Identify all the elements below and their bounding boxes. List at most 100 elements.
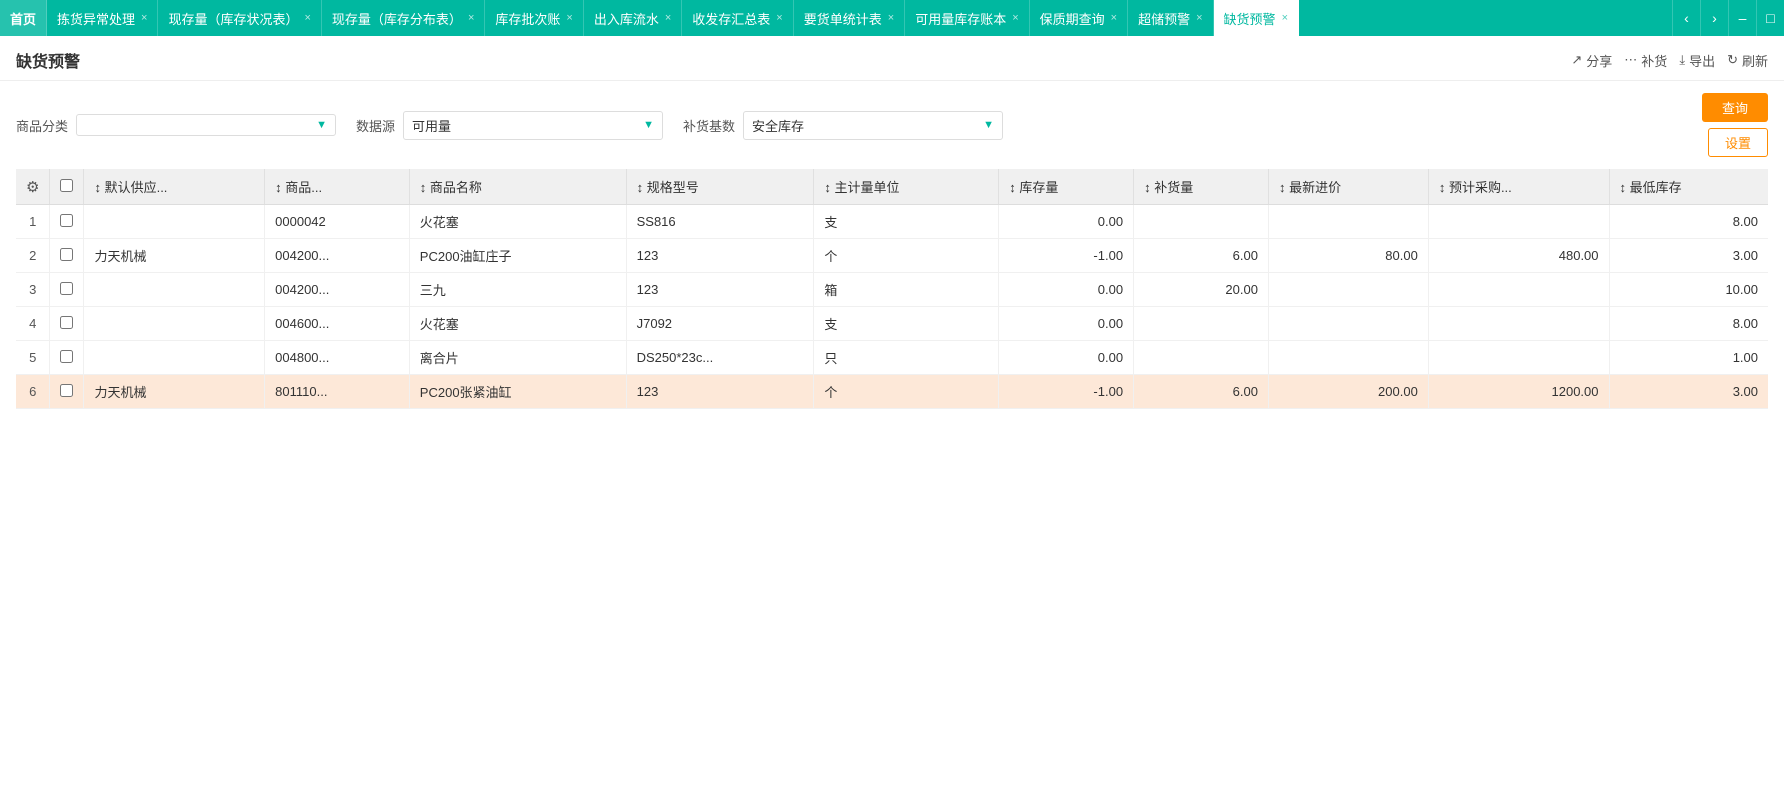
th-min-stock: ↕ 最低库存 [1609,169,1768,205]
row-checkbox[interactable] [60,350,73,363]
table-row: 6 力天机械 801110... PC200张紧油缸 123 个 -1.00 6… [16,375,1768,409]
cell-estimated-purchase [1428,307,1609,341]
nav-tab-2[interactable]: 现存量（库存状况表） × [158,0,321,36]
table-row: 5 004800... 离合片 DS250*23c... 只 0.00 1.00 [16,341,1768,375]
select-all-checkbox[interactable] [60,179,73,192]
cell-latest-price: 80.00 [1268,239,1428,273]
cell-min-stock: 3.00 [1609,375,1768,409]
nav-tab-3[interactable]: 现存量（库存分布表） × [322,0,485,36]
close-icon[interactable]: × [776,12,782,24]
cell-replenish-qty: 20.00 [1134,273,1269,307]
refresh-button[interactable]: ↻ 刷新 [1727,51,1768,70]
cell-product-name: 离合片 [409,341,626,375]
cell-replenish-qty: 6.00 [1134,239,1269,273]
close-icon[interactable]: × [141,12,147,24]
cell-default-supplier [84,205,265,239]
cell-latest-price [1268,307,1428,341]
close-icon[interactable]: × [1012,12,1018,24]
close-icon[interactable]: × [1196,12,1202,24]
row-checkbox[interactable] [60,214,73,227]
share-button[interactable]: ↗ 分享 [1571,51,1612,70]
close-icon[interactable]: × [566,12,572,24]
cell-replenish-qty [1134,205,1269,239]
datasource-select[interactable]: 可用量 ▼ [403,111,663,140]
nav-maximize-button[interactable]: □ [1756,0,1784,36]
main-content: 缺货预警 ↗ 分享 ⋯ 补货 ⤓ 导出 ↻ 刷新 商品分类 [0,36,1784,796]
cell-stock-qty: 0.00 [999,307,1134,341]
nav-minimize-button[interactable]: – [1728,0,1756,36]
cell-spec: 123 [626,239,814,273]
cell-default-supplier [84,273,265,307]
nav-prev-button[interactable]: ‹ [1672,0,1700,36]
nav-tab-6[interactable]: 收发存汇总表 × [682,0,793,36]
data-table: ⚙ ↕ 默认供应... ↕ 商品... ↕ 商品名称 ↕ [16,169,1768,409]
cell-product-code: 004800... [265,341,410,375]
settings-button[interactable]: 设置 [1708,128,1768,157]
category-filter: 商品分类 ▼ [16,114,336,136]
cell-product-name: 三九 [409,273,626,307]
nav-tab-4[interactable]: 库存批次账 × [485,0,583,36]
cell-replenish-qty [1134,307,1269,341]
th-stock-qty: ↕ 库存量 [999,169,1134,205]
gear-icon[interactable]: ⚙ [26,179,39,196]
replenish-basis-label: 补货基数 [683,116,735,135]
replenish-button[interactable]: ⋯ 补货 [1624,51,1667,70]
page-header: 缺货预警 ↗ 分享 ⋯ 补货 ⤓ 导出 ↻ 刷新 [0,36,1784,81]
replenish-basis-select[interactable]: 安全库存 ▼ [743,111,1003,140]
nav-next-button[interactable]: › [1700,0,1728,36]
close-icon[interactable]: × [468,12,474,24]
row-num: 3 [16,273,50,307]
row-checkbox-cell [50,205,84,239]
th-product-code: ↕ 商品... [265,169,410,205]
row-num: 5 [16,341,50,375]
cell-product-name: PC200油缸庄子 [409,239,626,273]
cell-unit: 支 [814,307,999,341]
cell-default-supplier [84,341,265,375]
th-latest-price: ↕ 最新进价 [1268,169,1428,205]
close-icon[interactable]: × [1111,12,1117,24]
table-header-row: ⚙ ↕ 默认供应... ↕ 商品... ↕ 商品名称 ↕ [16,169,1768,205]
row-checkbox[interactable] [60,248,73,261]
row-checkbox-cell [50,239,84,273]
nav-tab-5[interactable]: 出入库流水 × [584,0,682,36]
nav-tab-1[interactable]: 拣货异常处理 × [47,0,158,36]
cell-latest-price: 200.00 [1268,375,1428,409]
row-checkbox[interactable] [60,282,73,295]
close-icon[interactable]: × [665,12,671,24]
export-button[interactable]: ⤓ 导出 [1679,51,1715,70]
th-checkbox [50,169,84,205]
row-checkbox[interactable] [60,316,73,329]
table-row: 1 0000042 火花塞 SS816 支 0.00 8.00 [16,205,1768,239]
chevron-down-icon: ▼ [643,119,654,131]
nav-tab-9[interactable]: 保质期查询 × [1030,0,1128,36]
query-button[interactable]: 查询 [1702,93,1768,122]
cell-latest-price [1268,205,1428,239]
nav-tab-11[interactable]: 缺货预警 × [1214,0,1299,36]
close-icon[interactable]: × [304,12,310,24]
nav-tab-home[interactable]: 首页 [0,0,47,36]
close-icon[interactable]: × [1282,12,1288,24]
cell-estimated-purchase: 1200.00 [1428,375,1609,409]
cell-min-stock: 8.00 [1609,205,1768,239]
cell-unit: 个 [814,375,999,409]
cell-unit: 个 [814,239,999,273]
category-label: 商品分类 [16,116,68,135]
nav-tab-10[interactable]: 超储预警 × [1128,0,1213,36]
nav-tab-7[interactable]: 要货单统计表 × [794,0,905,36]
close-icon[interactable]: × [888,12,894,24]
top-nav: 首页 拣货异常处理 × 现存量（库存状况表） × 现存量（库存分布表） × 库存… [0,0,1784,36]
cell-stock-qty: 0.00 [999,205,1134,239]
nav-tab-8[interactable]: 可用量库存账本 × [905,0,1029,36]
table-row: 2 力天机械 004200... PC200油缸庄子 123 个 -1.00 6… [16,239,1768,273]
share-icon: ↗ [1571,52,1582,68]
cell-estimated-purchase: 480.00 [1428,239,1609,273]
cell-unit: 支 [814,205,999,239]
row-checkbox[interactable] [60,384,73,397]
category-select[interactable]: ▼ [76,114,336,136]
cell-spec: SS816 [626,205,814,239]
chevron-down-icon: ▼ [316,119,327,131]
datasource-label: 数据源 [356,116,395,135]
cell-spec: 123 [626,375,814,409]
row-checkbox-cell [50,341,84,375]
page-title: 缺货预警 [16,48,80,72]
